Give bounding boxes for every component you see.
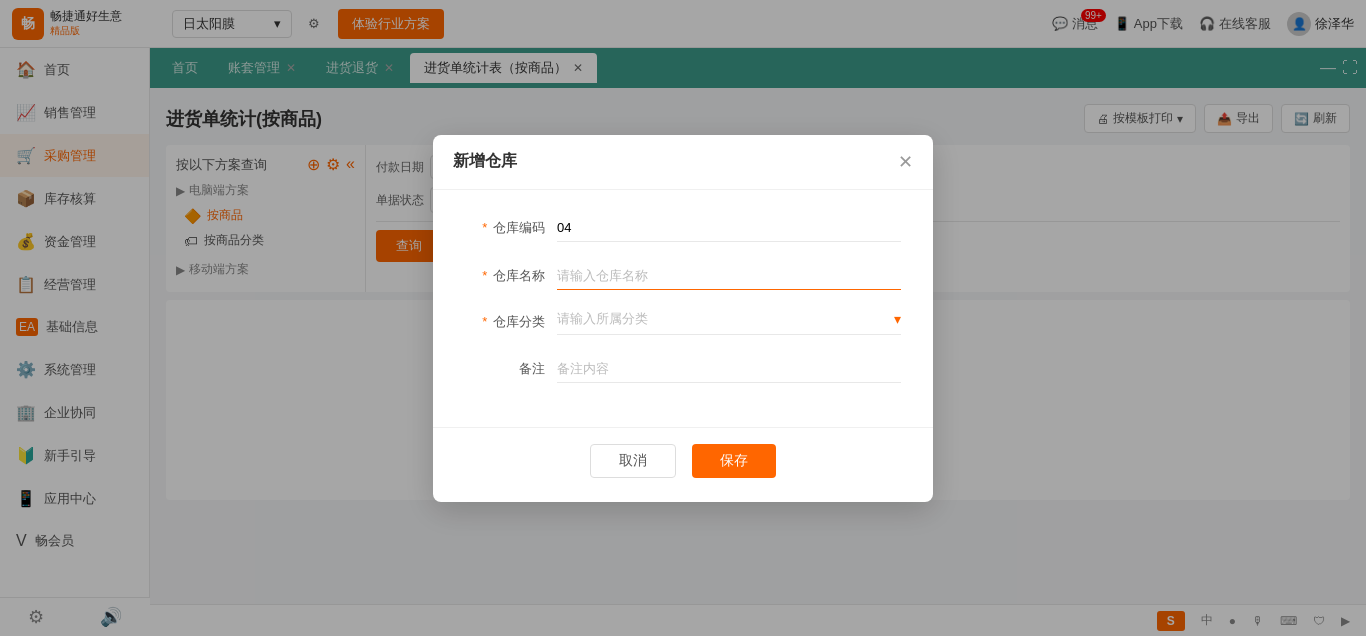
modal-overlay: 新增仓库 ✕ * 仓库编码 * 仓库名称 — [0, 0, 1366, 636]
category-select[interactable]: 请输入所属分类 ▾ — [557, 310, 901, 335]
form-row-code: * 仓库编码 — [465, 214, 901, 242]
save-button[interactable]: 保存 — [692, 444, 776, 478]
remark-input[interactable] — [557, 355, 901, 383]
name-label: * 仓库名称 — [465, 267, 545, 285]
warehouse-code-input[interactable] — [557, 214, 901, 242]
code-label: * 仓库编码 — [465, 219, 545, 237]
modal-title: 新增仓库 — [453, 151, 517, 172]
modal-body: * 仓库编码 * 仓库名称 * 仓库分类 请输入 — [433, 190, 933, 427]
warehouse-name-input[interactable] — [557, 262, 901, 290]
required-star-category: * — [482, 314, 487, 329]
remark-label: 备注 — [465, 360, 545, 378]
category-label: * 仓库分类 — [465, 313, 545, 331]
form-row-name: * 仓库名称 — [465, 262, 901, 290]
required-star-name: * — [482, 268, 487, 283]
required-star-code: * — [482, 220, 487, 235]
cancel-button[interactable]: 取消 — [590, 444, 676, 478]
modal-footer: 取消 保存 — [433, 427, 933, 502]
modal-close-button[interactable]: ✕ — [898, 151, 913, 173]
category-dropdown-icon: ▾ — [894, 311, 901, 327]
form-row-remark: 备注 — [465, 355, 901, 383]
modal-header: 新增仓库 ✕ — [433, 135, 933, 190]
add-warehouse-modal: 新增仓库 ✕ * 仓库编码 * 仓库名称 — [433, 135, 933, 502]
form-row-category: * 仓库分类 请输入所属分类 ▾ — [465, 310, 901, 335]
